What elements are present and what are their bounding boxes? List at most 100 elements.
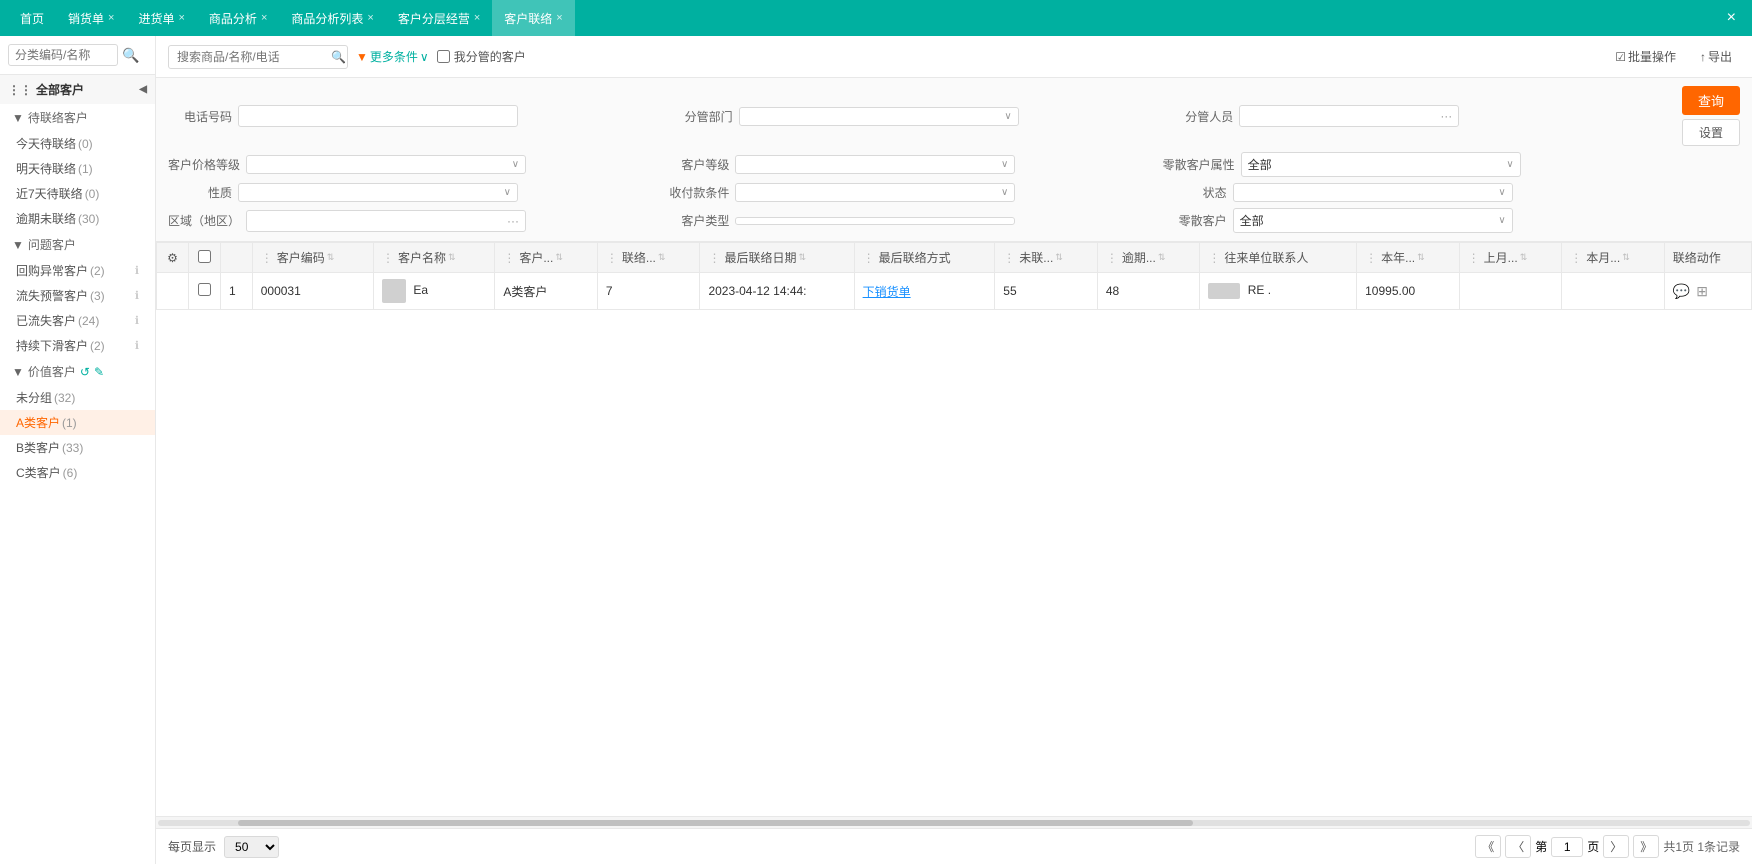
- nav-purchase-order[interactable]: 进货单 ×: [126, 0, 196, 36]
- sidebar-group-value[interactable]: ▼ 价值客户 ↺ ✎: [0, 358, 155, 385]
- sidebar-group-problem[interactable]: ▼ 问题客户: [0, 231, 155, 258]
- retail-select[interactable]: 全部 ∨: [1233, 208, 1513, 233]
- settings-icon[interactable]: ⚙: [167, 251, 178, 265]
- help-icon: ℹ: [135, 314, 139, 327]
- prev-page-btn[interactable]: 〈: [1505, 835, 1531, 858]
- first-page-btn[interactable]: 《: [1475, 835, 1501, 858]
- nav-customer-layer[interactable]: 客户分层经营 ×: [386, 0, 492, 36]
- sidebar-item-repurchase-abnormal[interactable]: 回购异常客户 (2) ℹ: [0, 258, 155, 283]
- grade-select[interactable]: ∨: [735, 155, 1015, 174]
- more-filter-btn[interactable]: ▼ 更多条件 ∨: [356, 48, 429, 65]
- row-checkbox-cell[interactable]: [189, 273, 221, 310]
- page-size-select[interactable]: 50 100 200: [224, 836, 279, 858]
- th-unit-contact[interactable]: ⋮ 往来单位联系人: [1200, 243, 1357, 273]
- nav-product-analysis-close[interactable]: ×: [261, 12, 267, 24]
- sidebar-item-today[interactable]: 今天待联络 (0): [0, 131, 155, 156]
- horizontal-scrollbar[interactable]: [156, 816, 1752, 828]
- row-name: Ea: [374, 273, 495, 310]
- advanced-filter: 电话号码 分管部门 ∨ 分管人员 ···: [156, 78, 1752, 242]
- sidebar-item-a-class[interactable]: A类客户 (1): [0, 410, 155, 435]
- price-grade-arrow-icon: ∨: [512, 159, 519, 170]
- th-this-year[interactable]: ⋮ 本年... ⇅: [1357, 243, 1460, 273]
- th-last-method[interactable]: ⋮ 最后联络方式: [854, 243, 995, 273]
- my-customer-check[interactable]: [437, 50, 450, 63]
- last-page-btn[interactable]: 》: [1633, 835, 1659, 858]
- filter-cell-price-grade: 客户价格等级 ∨: [168, 155, 665, 174]
- price-grade-select[interactable]: ∨: [246, 155, 526, 174]
- retail-arrow-icon: ∨: [1498, 215, 1505, 226]
- query-button[interactable]: 查询: [1682, 86, 1740, 115]
- sidebar-group-pending[interactable]: ▼ 待联络客户: [0, 104, 155, 131]
- dept-select[interactable]: ∨: [739, 107, 1019, 126]
- sidebar-item-ungrouped[interactable]: 未分组 (32): [0, 385, 155, 410]
- setting-button[interactable]: 设置: [1682, 119, 1740, 146]
- select-all-checkbox[interactable]: [198, 250, 211, 263]
- th-no-contact[interactable]: ⋮ 未联... ⇅: [995, 243, 1098, 273]
- sidebar-search-icon[interactable]: 🔍: [122, 47, 139, 64]
- nav-customer-contact[interactable]: 客户联络 ×: [492, 0, 574, 36]
- type-select[interactable]: [735, 217, 1015, 225]
- row-index: 1: [221, 273, 253, 310]
- nav-sales-order-close[interactable]: ×: [108, 12, 114, 24]
- scrollbar-track[interactable]: [158, 820, 1750, 826]
- dept-arrow-icon: ∨: [1004, 111, 1011, 122]
- region-select[interactable]: ···: [246, 210, 526, 232]
- th-last-date[interactable]: ⋮ 最后联络日期 ⇅: [700, 243, 854, 273]
- sidebar-search-input[interactable]: [8, 44, 118, 66]
- filter-row-4: 区域（地区） ··· 客户类型 零散客户 全部 ∨: [168, 208, 1740, 233]
- scrollbar-thumb[interactable]: [238, 820, 1193, 826]
- th-contact[interactable]: ⋮ 联络... ⇅: [597, 243, 700, 273]
- next-page-btn[interactable]: 〉: [1603, 835, 1629, 858]
- th-settings[interactable]: ⚙: [157, 243, 189, 273]
- nav-purchase-order-close[interactable]: ×: [178, 12, 184, 24]
- payment-select[interactable]: ∨: [735, 183, 1015, 202]
- sidebar-item-declining[interactable]: 持续下滑客户 (2) ℹ: [0, 333, 155, 358]
- page-input[interactable]: [1551, 837, 1583, 857]
- nav-product-analysis-list[interactable]: 商品分析列表 ×: [279, 0, 385, 36]
- grid-icon[interactable]: ⊞: [1696, 283, 1708, 300]
- nature-select[interactable]: ∨: [238, 183, 518, 202]
- sidebar-all-customers[interactable]: ⋮⋮ 全部客户 ◀: [0, 75, 155, 104]
- row-this-year: 10995.00: [1357, 273, 1460, 310]
- chat-icon[interactable]: 💬: [1673, 283, 1690, 300]
- th-checkbox[interactable]: [189, 243, 221, 273]
- sort-icon: ⇅: [1417, 252, 1425, 263]
- nav-customer-layer-close[interactable]: ×: [474, 12, 480, 24]
- sort-icon: ⇅: [555, 252, 563, 263]
- th-type[interactable]: ⋮ 客户... ⇅: [495, 243, 598, 273]
- row-checkbox[interactable]: [198, 283, 211, 296]
- sidebar-item-overdue[interactable]: 逾期未联络 (30): [0, 206, 155, 231]
- sort-icon: ⇅: [1622, 252, 1630, 263]
- th-code[interactable]: ⋮ 客户编码 ⇅: [252, 243, 373, 273]
- nav-home[interactable]: 首页: [8, 0, 56, 36]
- nav-customer-contact-close[interactable]: ×: [556, 12, 562, 24]
- status-select[interactable]: ∨: [1233, 183, 1513, 202]
- close-all-btn[interactable]: ×: [1719, 9, 1744, 27]
- sort-icon: ⇅: [327, 252, 335, 263]
- th-overdue[interactable]: ⋮ 逾期... ⇅: [1097, 243, 1200, 273]
- phone-input[interactable]: [238, 105, 518, 127]
- edit-icon[interactable]: ✎: [94, 365, 104, 379]
- nav-product-analysis-list-close[interactable]: ×: [367, 12, 373, 24]
- person-select[interactable]: ···: [1239, 105, 1459, 127]
- my-customer-checkbox[interactable]: 我分管的客户: [437, 48, 526, 65]
- retail-attr-select[interactable]: 全部 ∨: [1241, 152, 1521, 177]
- nav-product-analysis[interactable]: 商品分析 ×: [197, 0, 279, 36]
- sidebar-item-7days[interactable]: 近7天待联络 (0): [0, 181, 155, 206]
- filter-cell-payment: 收付款条件 ∨: [665, 183, 1162, 202]
- export-btn[interactable]: ↑ 导出: [1692, 44, 1740, 69]
- refresh-icon[interactable]: ↺: [80, 365, 90, 379]
- th-last-month[interactable]: ⋮ 上月... ⇅: [1459, 243, 1562, 273]
- th-name[interactable]: ⋮ 客户名称 ⇅: [374, 243, 495, 273]
- help-icon: ℹ: [135, 339, 139, 352]
- batch-op-btn[interactable]: ☑ 批量操作: [1607, 44, 1684, 69]
- sidebar-item-churn-warning[interactable]: 流失预警客户 (3) ℹ: [0, 283, 155, 308]
- last-method-link[interactable]: 下销货单: [863, 285, 911, 299]
- nav-sales-order[interactable]: 销货单 ×: [56, 0, 126, 36]
- sidebar-item-c-class[interactable]: C类客户 (6): [0, 460, 155, 485]
- search-input[interactable]: [177, 50, 327, 64]
- th-this-month[interactable]: ⋮ 本月... ⇅: [1562, 243, 1665, 273]
- sidebar-item-tomorrow[interactable]: 明天待联络 (1): [0, 156, 155, 181]
- sidebar-item-b-class[interactable]: B类客户 (33): [0, 435, 155, 460]
- sidebar-item-churned[interactable]: 已流失客户 (24) ℹ: [0, 308, 155, 333]
